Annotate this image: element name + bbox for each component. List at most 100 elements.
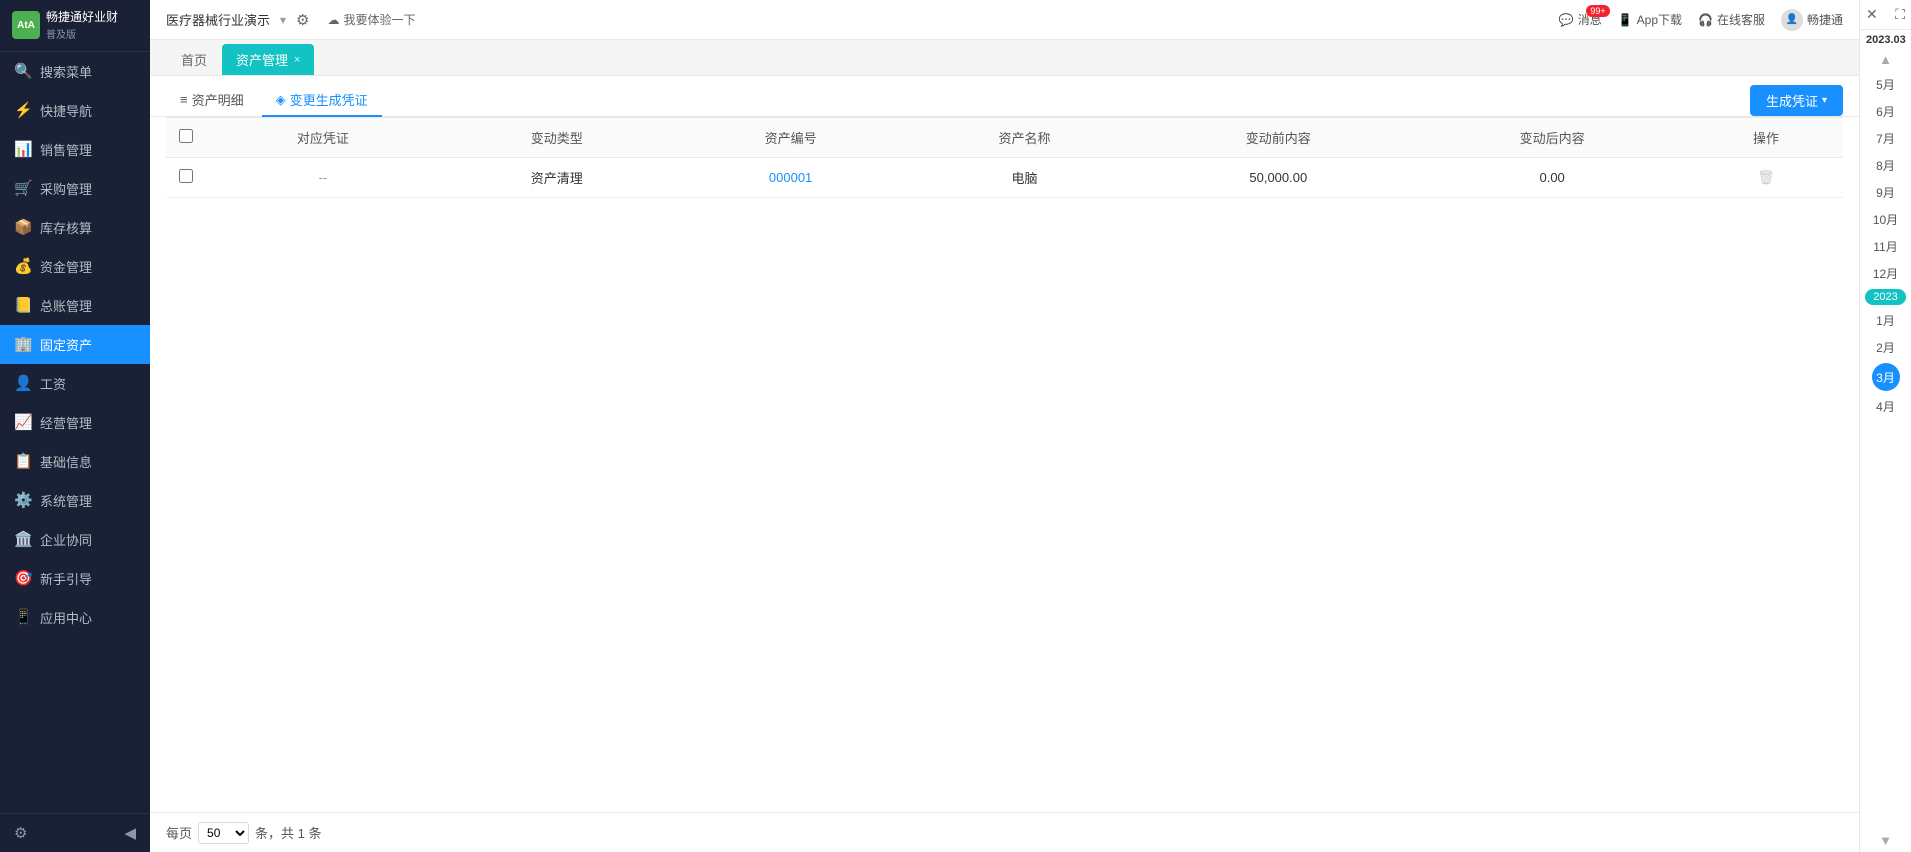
app-logo-icon: AtA [12,11,40,39]
app-download-btn[interactable]: 📱 App下载 [1618,11,1682,28]
sidebar-label-guide: 新手引导 [40,569,92,588]
sub-tab-change-voucher[interactable]: ◈ 变更生成凭证 [262,84,382,117]
row-checkbox[interactable] [179,169,193,183]
online-service-btn[interactable]: 🎧 在线客服 [1698,11,1765,28]
month-item-5[interactable]: 5月 [1860,71,1911,98]
sidebar-item-search[interactable]: 🔍 搜索菜单 [0,52,150,91]
inventory-icon: 📦 [14,218,32,236]
message-btn[interactable]: 💬 消息 99+ [1559,11,1602,28]
col-change-type: 变动类型 [440,118,674,158]
tab-home[interactable]: 首页 [166,43,222,75]
quick-nav-icon: ⚡ [14,101,32,119]
sidebar-item-purchase[interactable]: 🛒 采购管理 [0,169,150,208]
sub-tab-asset-list-label: 资产明细 [192,90,244,109]
month-item-2[interactable]: 2月 [1860,334,1911,361]
sidebar-item-operations[interactable]: 📈 经营管理 [0,403,150,442]
tabbar: 首页 资产管理 × [150,40,1859,76]
search-icon: 🔍 [14,62,32,80]
col-voucher: 对应凭证 [206,118,440,158]
sidebar-item-inventory[interactable]: 📦 库存核算 [0,208,150,247]
settings-gear-icon[interactable]: ⚙ [296,11,309,29]
year-tag-2023[interactable]: 2023 [1865,289,1905,305]
message-badge: 99+ [1586,5,1609,17]
operations-icon: 📈 [14,413,32,431]
year-tag-row: 2023 [1860,287,1911,307]
sidebar-item-basic-info[interactable]: 📋 基础信息 [0,442,150,481]
active-tab-label: 资产管理 [236,50,288,69]
sidebar-item-sales[interactable]: 📊 销售管理 [0,130,150,169]
sidebar-item-fixed-assets[interactable]: 🏢 固定资产 [0,325,150,364]
scroll-up-btn[interactable]: ▲ [1860,48,1911,71]
row-asset-code[interactable]: 000001 [674,158,908,198]
sidebar-item-ledger[interactable]: 📒 总账管理 [0,286,150,325]
finance-icon: 💰 [14,257,32,275]
sidebar-label-fixed-assets: 固定资产 [40,335,92,354]
month-item-3-active[interactable]: 3月 [1872,363,1900,391]
month-item-10[interactable]: 10月 [1860,206,1911,233]
user-menu[interactable]: 👤 畅捷通 [1781,9,1843,31]
experience-btn[interactable]: ☁ 我要体验一下 [328,11,416,28]
per-page-select[interactable]: 50 10 20 100 [198,822,249,844]
sidebar-nav: 🔍 搜索菜单 ⚡ 快捷导航 📊 销售管理 🛒 采购管理 📦 库存核算 💰 资金管… [0,52,150,813]
sidebar-item-system[interactable]: ⚙️ 系统管理 [0,481,150,520]
panel-expand-icon[interactable]: ⛶ [1895,6,1905,23]
app-version: 普及版 [46,26,118,41]
month-item-11[interactable]: 11月 [1860,233,1911,260]
company-dropdown-icon[interactable]: ▾ [280,13,286,27]
row-checkbox-cell [166,158,206,198]
sidebar-item-finance[interactable]: 💰 资金管理 [0,247,150,286]
sidebar-item-guide[interactable]: 🎯 新手引导 [0,559,150,598]
collapse-icon[interactable]: ◀ [124,824,136,842]
month-item-1[interactable]: 1月 [1860,307,1911,334]
tab-asset-management[interactable]: 资产管理 × [222,44,314,75]
panel-close-icon[interactable]: ✕ [1866,6,1878,23]
sidebar-item-apps[interactable]: 📱 应用中心 [0,598,150,637]
select-all-checkbox[interactable] [179,129,193,143]
sidebar: AtA 畅捷通好业财 普及版 🔍 搜索菜单 ⚡ 快捷导航 📊 销售管理 🛒 采购… [0,0,150,852]
panel-header: ✕ ⛶ [1860,0,1911,30]
basic-info-icon: 📋 [14,452,32,470]
settings-icon[interactable]: ⚙ [14,824,27,842]
total-label: 条，共 1 条 [255,823,321,842]
sidebar-label-system: 系统管理 [40,491,92,510]
mobile-icon: 📱 [1618,13,1633,27]
sidebar-item-payroll[interactable]: 👤 工资 [0,364,150,403]
col-checkbox [166,118,206,158]
month-item-4[interactable]: 4月 [1860,393,1911,420]
sidebar-item-enterprise[interactable]: 🏛️ 企业协同 [0,520,150,559]
month-item-12[interactable]: 12月 [1860,260,1911,287]
generate-btn-arrow: ▾ [1822,95,1827,106]
sub-tab-change-voucher-label: 变更生成凭证 [290,90,368,109]
month-item-9[interactable]: 9月 [1860,179,1911,206]
sidebar-item-quick-nav[interactable]: ⚡ 快捷导航 [0,91,150,130]
purchase-icon: 🛒 [14,179,32,197]
sidebar-label-search: 搜索菜单 [40,62,92,81]
right-panel: ✕ ⛶ 2023.03 ▲ 5月 6月 7月 8月 9月 10月 11月 12月… [1859,0,1911,852]
sidebar-logo: AtA 畅捷通好业财 普及版 [0,0,150,52]
sidebar-label-sales: 销售管理 [40,140,92,159]
service-label: 在线客服 [1717,11,1765,28]
topbar: 医疗器械行业演示 ▾ ⚙ ☁ 我要体验一下 💬 消息 99+ 📱 App下载 🎧… [150,0,1859,40]
sidebar-label-ledger: 总账管理 [40,296,92,315]
main-area: 医疗器械行业演示 ▾ ⚙ ☁ 我要体验一下 💬 消息 99+ 📱 App下载 🎧… [150,0,1859,852]
topbar-right: 💬 消息 99+ 📱 App下载 🎧 在线客服 👤 畅捷通 [1559,9,1843,31]
sub-tab-asset-list[interactable]: ≡ 资产明细 [166,84,258,117]
month-item-6[interactable]: 6月 [1860,98,1911,125]
delete-row-icon[interactable]: 🗑 [1757,169,1775,185]
sales-icon: 📊 [14,140,32,158]
scroll-down-btn[interactable]: ▼ [1860,829,1911,852]
tab-close-icon[interactable]: × [294,54,300,66]
generate-voucher-btn[interactable]: 生成凭证 ▾ [1750,85,1843,116]
table-row: -- 资产清理 000001 电脑 50,000.00 0.00 🗑 [166,158,1843,198]
app-name: 畅捷通好业财 [46,10,118,26]
row-voucher: -- [206,158,440,198]
headset-icon: 🎧 [1698,13,1713,27]
row-action-cell: 🗑 [1689,158,1843,198]
row-after-value: 0.00 [1415,158,1689,198]
payroll-icon: 👤 [14,374,32,392]
sidebar-label-operations: 经营管理 [40,413,92,432]
asset-table: 对应凭证 变动类型 资产编号 资产名称 变动前内容 变动后内容 操作 [166,117,1843,198]
system-icon: ⚙️ [14,491,32,509]
month-item-7[interactable]: 7月 [1860,125,1911,152]
month-item-8[interactable]: 8月 [1860,152,1911,179]
